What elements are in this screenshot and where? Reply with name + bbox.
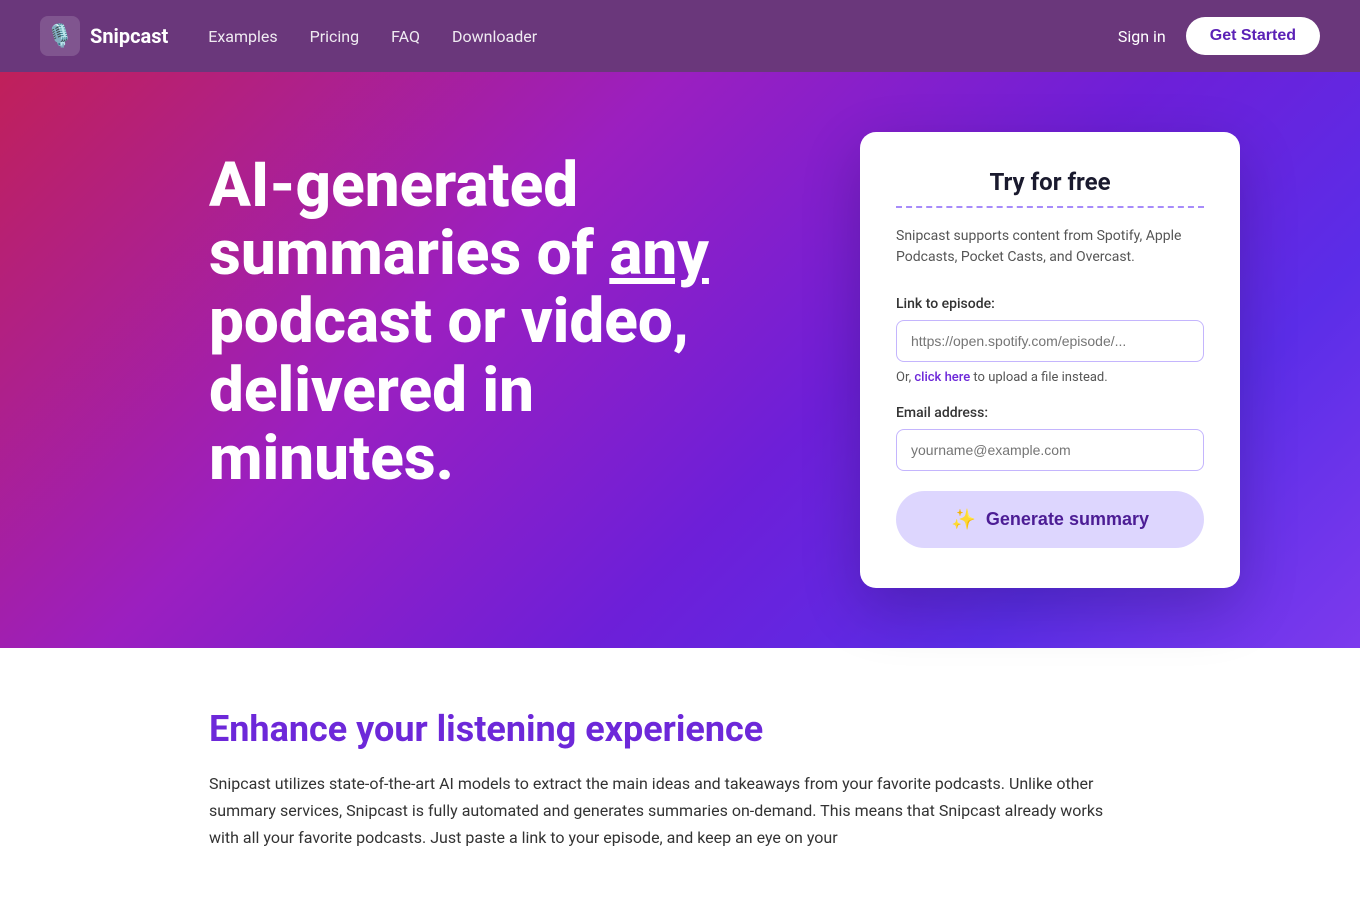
nav-link-examples[interactable]: Examples [208,27,277,46]
upload-helper: Or, click here to upload a file instead. [896,370,1204,385]
link-label: Link to episode: [896,296,1204,312]
nav-logo[interactable]: 🎙️ Snipcast [40,16,168,56]
nav-links: Examples Pricing FAQ Downloader [208,27,1118,46]
nav-link-downloader[interactable]: Downloader [452,27,537,46]
hero-section: AI-generated summaries of any podcast or… [0,72,1360,648]
headline-part2: podcast or video, delivered in minutes. [209,285,689,494]
generate-label: Generate summary [986,509,1149,530]
upload-link[interactable]: click here [914,370,970,385]
nav-link-faq[interactable]: FAQ [391,27,420,46]
episode-link-input[interactable] [896,320,1204,362]
section-title: Enhance your listening experience [209,708,1151,750]
hero-headline: AI-generated summaries of any podcast or… [209,152,749,493]
headline-part1: AI-generated summaries of [209,149,609,290]
hero-text: AI-generated summaries of any podcast or… [209,132,800,493]
nav-right: Sign in Get Started [1118,17,1320,55]
section-body: Snipcast utilizes state-of-the-art AI mo… [209,770,1109,852]
email-label: Email address: [896,405,1204,421]
generate-icon: ✨ [951,507,976,532]
navbar: 🎙️ Snipcast Examples Pricing FAQ Downloa… [0,0,1360,72]
nav-link-pricing[interactable]: Pricing [310,27,360,46]
card-subtitle: Snipcast supports content from Spotify, … [896,226,1204,268]
below-hero-section: Enhance your listening experience Snipca… [0,648,1360,912]
logo-text: Snipcast [90,24,168,48]
email-input[interactable] [896,429,1204,471]
signin-link[interactable]: Sign in [1118,27,1166,46]
try-for-free-card: Try for free Snipcast supports content f… [860,132,1240,588]
headline-any: any [609,217,709,290]
generate-summary-button[interactable]: ✨ Generate summary [896,491,1204,548]
card-title: Try for free [896,168,1204,208]
get-started-button[interactable]: Get Started [1186,17,1320,55]
logo-icon: 🎙️ [40,16,80,56]
